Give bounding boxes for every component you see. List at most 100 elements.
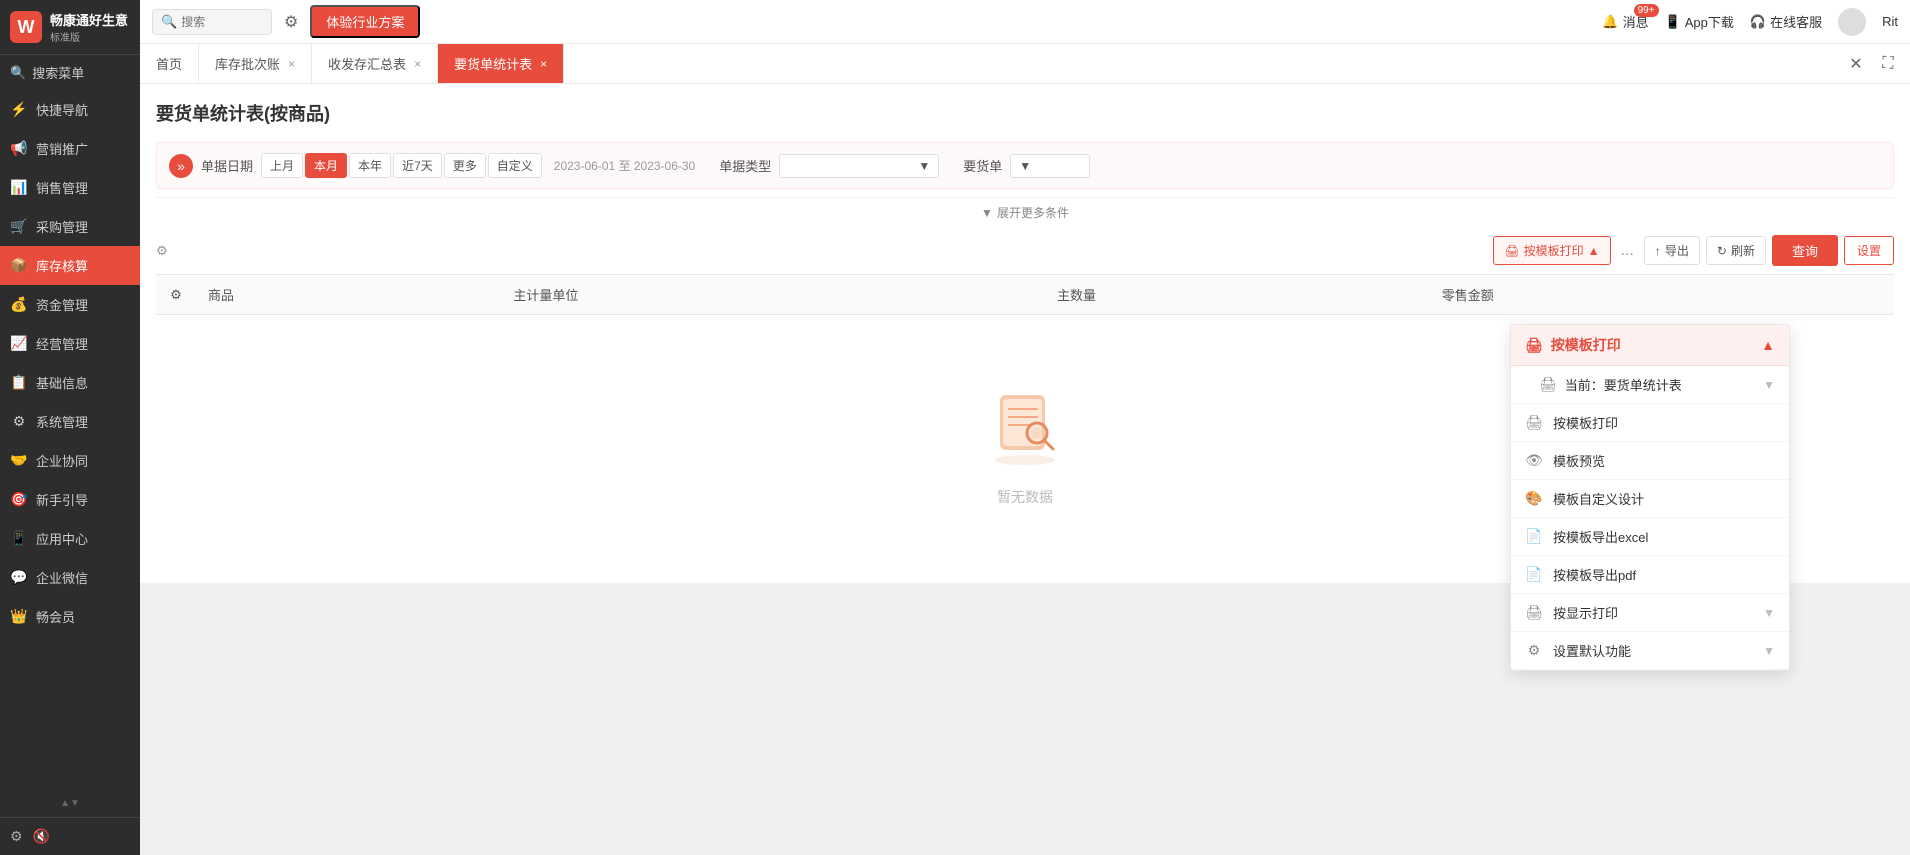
tab-inventory-batch[interactable]: 库存批次账 × <box>199 44 312 83</box>
sidebar-item-quick-nav[interactable]: ⚡ 快捷导航 <box>0 90 140 129</box>
more-icon[interactable]: ... <box>1617 238 1638 264</box>
tab-home-label: 首页 <box>156 54 182 73</box>
date-btn-custom[interactable]: 自定义 <box>488 153 542 178</box>
sidebar-item-newbie[interactable]: 🎯 新手引导 <box>0 480 140 519</box>
sidebar-search[interactable]: 🔍 搜索菜单 <box>0 55 140 90</box>
print-panel-item-template-design[interactable]: 🎨 模板自定义设计 <box>1511 480 1789 518</box>
col-unit: 主计量单位 <box>501 275 1045 315</box>
filter-bar: » 单据日期 上月 本月 本年 近7天 更多 自定义 2023-06-01 至 … <box>156 142 1894 189</box>
nav-icon-sales: 📊 <box>10 179 28 196</box>
promo-button[interactable]: 体验行业方案 <box>310 5 420 38</box>
print-panel-collapse[interactable]: ▲ <box>1761 337 1775 353</box>
nav-icon-member: 👑 <box>10 608 28 625</box>
template-print-icon: 🖨 <box>1525 414 1543 431</box>
sidebar-item-sales[interactable]: 📊 销售管理 <box>0 168 140 207</box>
sidebar-brand-text: 畅康通好生意 标准版 <box>50 10 128 44</box>
sidebar-item-apps[interactable]: 📱 应用中心 <box>0 519 140 558</box>
filter-expand-btn[interactable]: » <box>169 154 193 178</box>
audio-icon[interactable]: 🔇 <box>33 828 50 845</box>
search-menu-label: 搜索菜单 <box>32 63 84 82</box>
export-excel-icon: 📄 <box>1525 528 1543 545</box>
tab-order-stats-close[interactable]: × <box>540 57 547 71</box>
print-button[interactable]: 🖨 按模板打印 ▲ <box>1493 236 1610 265</box>
type-filter-label: 单据类型 <box>719 156 771 175</box>
sidebar-item-enterprise[interactable]: 🤝 企业协同 <box>0 441 140 480</box>
tab-inventory-batch-close[interactable]: × <box>288 57 295 71</box>
tab-collection-summary-label: 收发存汇总表 <box>328 54 406 73</box>
page-title: 要货单统计表(按商品) <box>156 100 1894 126</box>
brand-tag: 标准版 <box>50 29 128 44</box>
nav-label-member: 畅会员 <box>36 607 75 626</box>
tabs-close-all-btn[interactable]: ✕ <box>1842 50 1870 78</box>
date-btn-7days[interactable]: 近7天 <box>393 153 442 178</box>
print-panel-item-template-preview[interactable]: 👁 模板预览 <box>1511 442 1789 480</box>
tab-collection-summary[interactable]: 收发存汇总表 × <box>312 44 438 83</box>
col-product: 商品 <box>196 275 501 315</box>
sidebar-item-system[interactable]: ⚙ 系统管理 <box>0 402 140 441</box>
nav-icon-finance: 💰 <box>10 296 28 313</box>
print-panel-item-default-func[interactable]: ⚙ 设置默认功能 ▼ <box>1511 632 1789 670</box>
sidebar-item-purchase[interactable]: 🛒 采购管理 <box>0 207 140 246</box>
sidebar-item-wechat[interactable]: 💬 企业微信 <box>0 558 140 597</box>
table-settings-icon[interactable]: ⚙ <box>156 243 168 259</box>
date-btn-more[interactable]: 更多 <box>444 153 486 178</box>
order-filter-label: 要货单 <box>963 156 1002 175</box>
print-panel-item-display-print[interactable]: 🖨 按显示打印 ▼ <box>1511 594 1789 632</box>
date-btn-this-year[interactable]: 本年 <box>349 153 391 178</box>
nav-label-operations: 经营管理 <box>36 334 88 353</box>
template-preview-label: 模板预览 <box>1553 451 1605 470</box>
date-btn-last-month[interactable]: 上月 <box>261 153 303 178</box>
print-icon: 🖨 <box>1504 244 1519 258</box>
print-panel-item-export-pdf[interactable]: 📄 按模板导出pdf <box>1511 556 1789 594</box>
tab-order-stats[interactable]: 要货单统计表 × <box>438 44 564 83</box>
settings-button[interactable]: 设置 <box>1844 236 1894 265</box>
print-panel-item-export-excel[interactable]: 📄 按模板导出excel <box>1511 518 1789 556</box>
notification-button[interactable]: 🔔 消息 99+ <box>1602 12 1648 31</box>
header-search[interactable]: 🔍 <box>152 9 272 35</box>
sidebar-item-member[interactable]: 👑 畅会员 <box>0 597 140 636</box>
sidebar: W 畅康通好生意 标准版 🔍 搜索菜单 ⚡ 快捷导航 📢 营销推广 📊 销售管理… <box>0 0 140 855</box>
refresh-icon: ↻ <box>1717 244 1727 258</box>
expand-conditions-btn[interactable]: ▼ 展开更多条件 <box>156 197 1894 227</box>
date-btn-this-month[interactable]: 本月 <box>305 153 347 178</box>
order-filter-select[interactable]: ▼ <box>1010 154 1090 178</box>
query-button[interactable]: 查询 <box>1772 235 1838 266</box>
export-button[interactable]: ↑ 导出 <box>1644 236 1700 265</box>
export-pdf-icon: 📄 <box>1525 566 1543 583</box>
toolbar-actions: 🖨 按模板打印 ▲ ... ↑ 导出 ↻ 刷新 查询 设置 <box>1493 235 1894 266</box>
user-avatar[interactable] <box>1838 8 1866 36</box>
brand-name: 畅康通好生意 <box>50 10 128 29</box>
nav-label-basic: 基础信息 <box>36 373 88 392</box>
notification-badge: 99+ <box>1634 4 1659 17</box>
app-download-button[interactable]: 📱 App下载 <box>1665 12 1734 31</box>
tab-home[interactable]: 首页 <box>140 44 199 83</box>
username[interactable]: Rit <box>1882 14 1898 29</box>
print-panel-current-template[interactable]: 🖨 当前：要货单统计表 ▼ <box>1511 366 1789 404</box>
print-arrow: ▲ <box>1588 244 1600 258</box>
type-filter-select[interactable]: ▼ <box>779 154 939 178</box>
sidebar-scroll-up[interactable]: ▲ <box>60 794 70 813</box>
default-func-arrow: ▼ <box>1763 644 1775 658</box>
nav-icon-system: ⚙ <box>10 413 28 430</box>
sidebar-logo: W <box>10 11 42 43</box>
service-button[interactable]: 🎧 在线客服 <box>1750 12 1822 31</box>
sidebar-item-basic[interactable]: 📋 基础信息 <box>0 363 140 402</box>
sidebar-scroll-down[interactable]: ▼ <box>70 794 80 813</box>
sidebar-item-inventory[interactable]: 📦 库存核算 <box>0 246 140 285</box>
header-gear-icon[interactable]: ⚙ <box>280 12 302 32</box>
tab-collection-summary-close[interactable]: × <box>414 57 421 71</box>
nav-label-system: 系统管理 <box>36 412 88 431</box>
sidebar-item-operations[interactable]: 📈 经营管理 <box>0 324 140 363</box>
sidebar-item-marketing[interactable]: 📢 营销推广 <box>0 129 140 168</box>
sidebar-item-finance[interactable]: 💰 资金管理 <box>0 285 140 324</box>
app-download-label: App下载 <box>1685 12 1734 31</box>
nav-label-marketing: 营销推广 <box>36 139 88 158</box>
tabs-maximize-btn[interactable]: ⛶ <box>1874 50 1902 78</box>
refresh-button[interactable]: ↻ 刷新 <box>1706 236 1766 265</box>
current-template-icon: 🖨 <box>1539 376 1557 393</box>
col-qty: 主数量 <box>1045 275 1430 315</box>
settings-icon[interactable]: ⚙ <box>10 828 23 845</box>
header-search-input[interactable] <box>181 15 261 29</box>
print-panel-item-template-print[interactable]: 🖨 按模板打印 <box>1511 404 1789 442</box>
col-settings[interactable]: ⚙ <box>156 275 196 315</box>
